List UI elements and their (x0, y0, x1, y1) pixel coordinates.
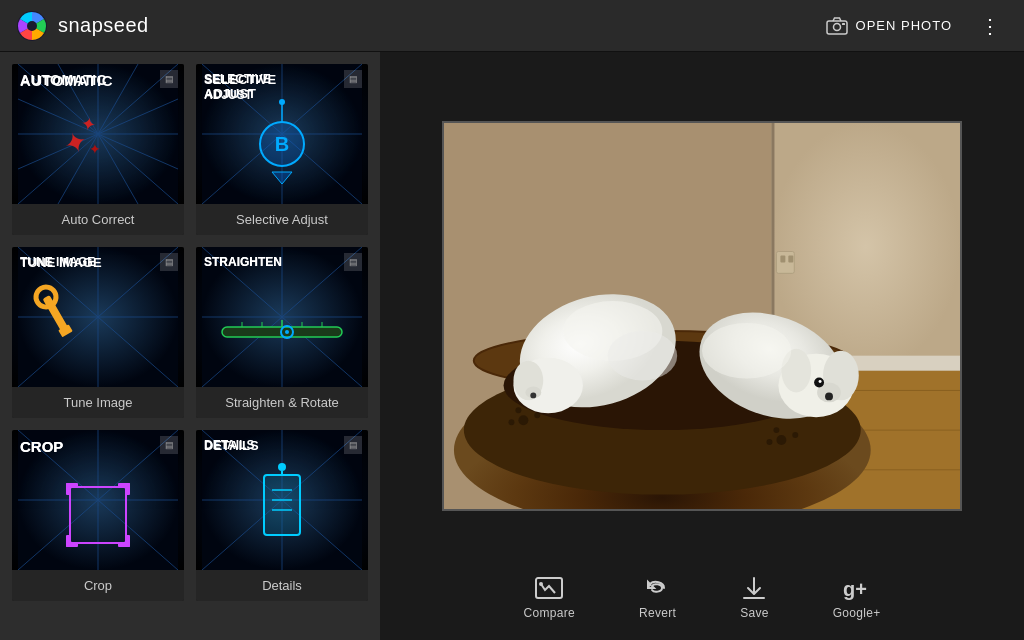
app-header: snapseed OPEN PHOTO ⋮ (0, 0, 1024, 52)
svg-point-120 (773, 427, 779, 433)
tool-card-straighten[interactable]: STRAIGHTEN ▤ Straighten & Rotate (196, 247, 368, 418)
svg-point-121 (767, 439, 773, 445)
svg-point-1 (27, 21, 37, 31)
svg-point-59 (285, 330, 289, 334)
photo-panel: Compare Revert Save g (380, 52, 1024, 640)
svg-rect-93 (264, 475, 300, 535)
details-header-text: DETAILS (204, 438, 254, 452)
auto-badge: ▤ (160, 70, 178, 88)
save-button[interactable]: Save (732, 572, 777, 624)
svg-point-34 (279, 99, 285, 105)
googleplus-button[interactable]: g+ Google+ (825, 572, 889, 624)
svg-rect-76 (66, 483, 70, 495)
app-title: snapseed (58, 14, 149, 37)
selective-header-text: SELECTIVEADJUST (204, 72, 271, 103)
details-label: Details (196, 570, 368, 601)
selective-label: Selective Adjust (196, 204, 368, 235)
tune-badge: ▤ (160, 253, 178, 271)
tool-thumbnail-crop: CROP ▤ (12, 430, 184, 570)
svg-point-118 (776, 435, 786, 445)
photo-svg (444, 123, 960, 509)
straighten-label: Straighten & Rotate (196, 387, 368, 418)
photo-display-area (400, 72, 1004, 560)
auto-header-text: AUTOMATIC (20, 72, 107, 88)
tool-card-details[interactable]: DETAILS ▤ Details (196, 430, 368, 601)
auto-star3-icon: ✦ (89, 141, 101, 157)
googleplus-icon: g+ (841, 576, 873, 600)
svg-point-116 (515, 407, 521, 413)
crop-badge: ▤ (160, 436, 178, 454)
save-icon (740, 576, 768, 600)
camera-icon (826, 17, 848, 35)
svg-point-3 (833, 23, 840, 30)
bottom-toolbar: Compare Revert Save g (400, 560, 1004, 624)
compare-label: Compare (524, 606, 575, 620)
svg-text:g+: g+ (843, 578, 867, 600)
logo-area: snapseed (16, 10, 814, 42)
googleplus-label: Google+ (833, 606, 881, 620)
tool-thumbnail-auto: AUTOMATIC ✦ ✦ ✦ ▤ (12, 64, 184, 204)
auto-label: Auto Correct (12, 204, 184, 235)
crop-header-text: CROP (20, 438, 63, 455)
compare-button[interactable]: Compare (516, 572, 583, 624)
svg-point-115 (534, 412, 540, 418)
tool-card-selective-adjust[interactable]: B SELECTIVEADJUST ▤ Selective Adjust (196, 64, 368, 235)
revert-label: Revert (639, 606, 676, 620)
revert-button[interactable]: Revert (631, 572, 684, 624)
svg-point-137 (702, 323, 791, 379)
tool-thumbnail-details: DETAILS ▤ (196, 430, 368, 570)
svg-point-97 (278, 463, 286, 471)
svg-point-117 (509, 419, 515, 425)
svg-rect-4 (842, 23, 845, 25)
tool-card-tune-image[interactable]: TUNE IMAGE ▤ Tune Image (12, 247, 184, 418)
compare-icon (535, 576, 563, 600)
photo-frame (442, 121, 962, 511)
tool-card-crop[interactable]: CROP ▤ Crop (12, 430, 184, 601)
straighten-header-text: STRAIGHTEN (204, 255, 282, 269)
svg-rect-109 (788, 255, 793, 262)
svg-rect-82 (126, 535, 130, 547)
tools-panel: AUTOMATIC ✦ ✦ ✦ ▤ Auto Correct (0, 52, 380, 640)
open-photo-label: OPEN PHOTO (856, 18, 952, 33)
snapseed-logo-icon (16, 10, 48, 42)
tune-label: Tune Image (12, 387, 184, 418)
svg-rect-80 (66, 535, 70, 547)
svg-point-126 (530, 392, 536, 398)
straighten-badge: ▤ (344, 253, 362, 271)
header-right: OPEN PHOTO ⋮ (814, 8, 1008, 44)
selective-badge: ▤ (344, 70, 362, 88)
svg-point-136 (819, 380, 822, 383)
svg-text:B: B (275, 133, 289, 155)
tool-card-auto-correct[interactable]: AUTOMATIC ✦ ✦ ✦ ▤ Auto Correct (12, 64, 184, 235)
svg-point-114 (518, 415, 528, 425)
tool-thumbnail-straighten: STRAIGHTEN ▤ (196, 247, 368, 387)
open-photo-button[interactable]: OPEN PHOTO (814, 11, 964, 41)
details-badge: ▤ (344, 436, 362, 454)
revert-icon (644, 576, 672, 600)
svg-point-119 (792, 432, 798, 438)
main-area: AUTOMATIC ✦ ✦ ✦ ▤ Auto Correct (0, 52, 1024, 640)
menu-button[interactable]: ⋮ (972, 8, 1008, 44)
svg-rect-108 (780, 255, 785, 262)
svg-point-134 (825, 392, 833, 400)
crop-label: Crop (12, 570, 184, 601)
save-label: Save (740, 606, 769, 620)
tune-header-text: TUNE IMAGE (20, 255, 95, 269)
tool-thumbnail-tune: TUNE IMAGE ▤ (12, 247, 184, 387)
svg-point-128 (608, 331, 677, 381)
svg-point-139 (539, 582, 543, 586)
svg-rect-138 (536, 578, 562, 598)
tool-thumbnail-selective: B SELECTIVEADJUST ▤ (196, 64, 368, 204)
svg-rect-78 (126, 483, 130, 495)
